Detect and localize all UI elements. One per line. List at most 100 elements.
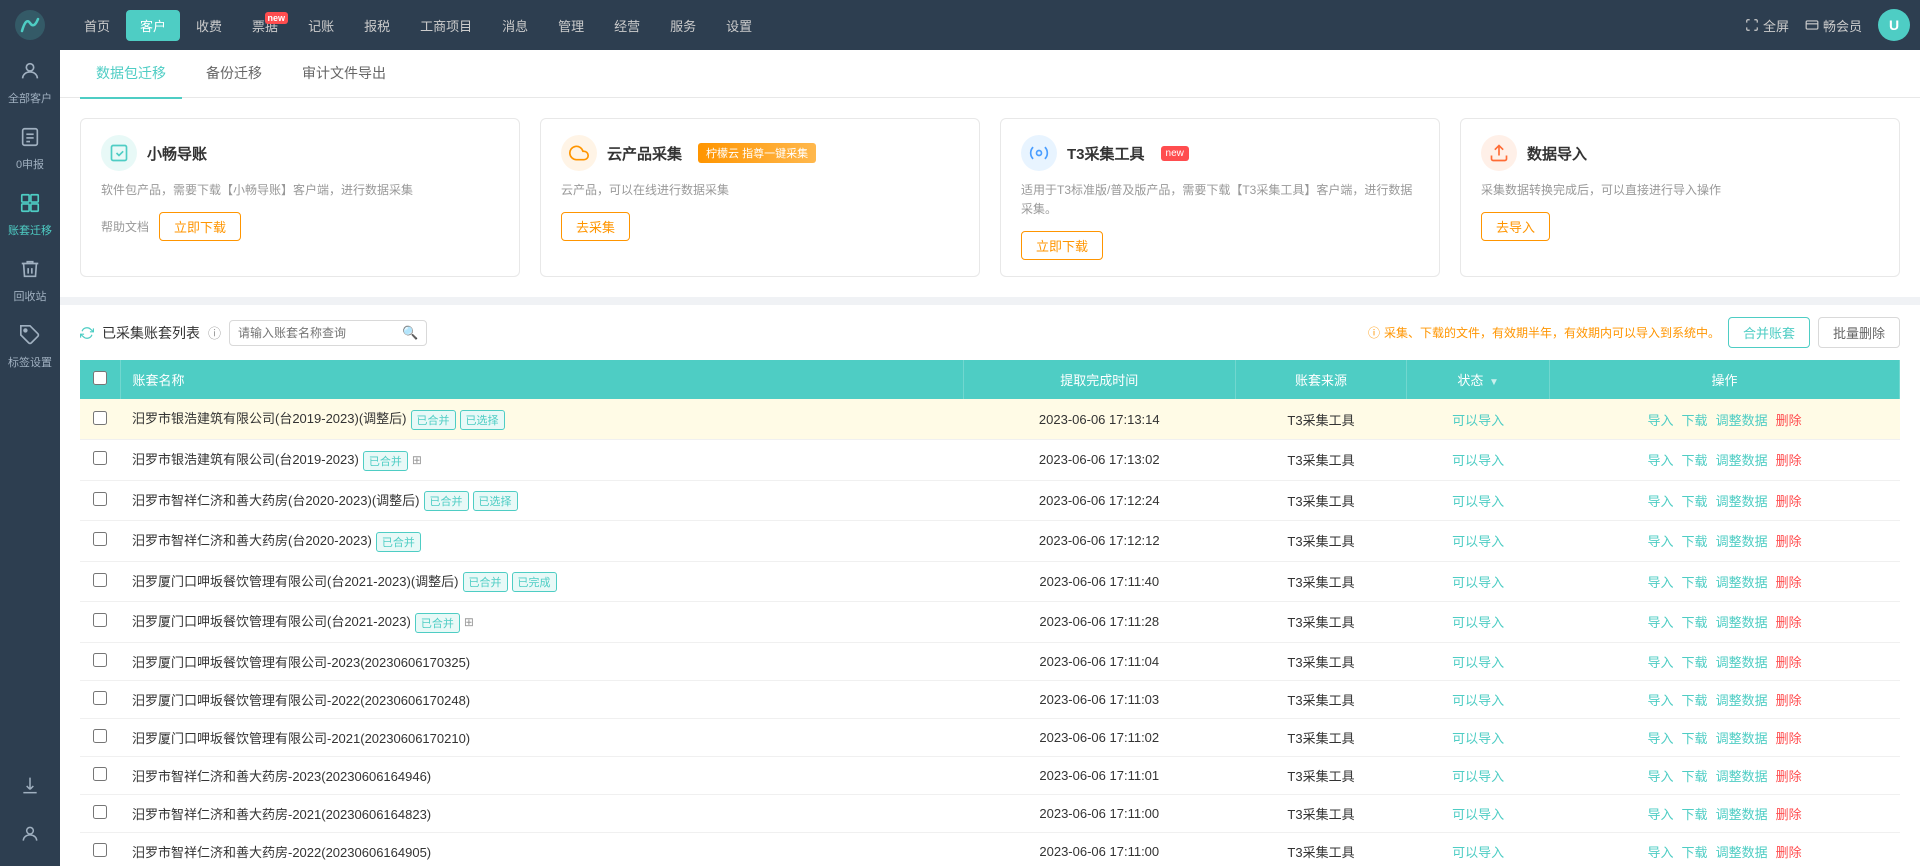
download-action[interactable]: 下载 (1682, 453, 1708, 468)
table-hint-icon[interactable]: ⓘ (208, 323, 221, 342)
adjust-action[interactable]: 调整数据 (1716, 655, 1768, 670)
import-action[interactable]: 导入 (1648, 845, 1674, 860)
import-action[interactable]: 导入 (1648, 413, 1674, 428)
search-input[interactable] (238, 326, 398, 340)
download-action[interactable]: 下载 (1682, 845, 1708, 860)
refresh-icon[interactable] (80, 326, 94, 340)
row-checkbox[interactable] (93, 843, 107, 857)
row-checkbox[interactable] (93, 729, 107, 743)
delete-action[interactable]: 删除 (1776, 534, 1802, 549)
go-collect-button[interactable]: 去采集 (561, 212, 630, 241)
row-checkbox[interactable] (93, 805, 107, 819)
sidebar-item-profile[interactable] (0, 814, 60, 854)
tab-audit-export[interactable]: 审计文件导出 (286, 50, 402, 99)
merge-button[interactable]: 合并账套 (1728, 317, 1810, 348)
import-action[interactable]: 导入 (1648, 534, 1674, 549)
adjust-action[interactable]: 调整数据 (1716, 534, 1768, 549)
delete-action[interactable]: 删除 (1776, 575, 1802, 590)
delete-action[interactable]: 删除 (1776, 615, 1802, 630)
search-icon[interactable]: 🔍 (402, 325, 418, 341)
app-logo[interactable] (0, 0, 60, 50)
nav-item-billing[interactable]: 收费 (182, 10, 236, 41)
sidebar-item-account-migrate[interactable]: 账套迁移 (0, 182, 60, 248)
row-checkbox[interactable] (93, 411, 107, 425)
member-button[interactable]: 畅会员 (1805, 16, 1862, 35)
fullscreen-button[interactable]: 全屏 (1745, 16, 1789, 35)
delete-action[interactable]: 删除 (1776, 494, 1802, 509)
download-action[interactable]: 下载 (1682, 655, 1708, 670)
row-checkbox[interactable] (93, 653, 107, 667)
row-checkbox[interactable] (93, 532, 107, 546)
tab-backup-migrate[interactable]: 备份迁移 (190, 50, 278, 99)
import-action[interactable]: 导入 (1648, 655, 1674, 670)
delete-action[interactable]: 删除 (1776, 731, 1802, 746)
row-extra-icon[interactable]: ⊞ (412, 453, 422, 467)
nav-item-management[interactable]: 管理 (544, 10, 598, 41)
download-action[interactable]: 下载 (1682, 693, 1708, 708)
t3-download-button[interactable]: 立即下载 (1021, 231, 1103, 260)
nav-item-home[interactable]: 首页 (70, 10, 124, 41)
nav-item-accounting[interactable]: 记账 (294, 10, 348, 41)
download-action[interactable]: 下载 (1682, 731, 1708, 746)
row-checkbox[interactable] (93, 691, 107, 705)
download-action[interactable]: 下载 (1682, 534, 1708, 549)
go-import-button[interactable]: 去导入 (1481, 212, 1550, 241)
download-action[interactable]: 下载 (1682, 615, 1708, 630)
adjust-action[interactable]: 调整数据 (1716, 494, 1768, 509)
delete-action[interactable]: 删除 (1776, 693, 1802, 708)
user-avatar[interactable]: U (1878, 9, 1910, 41)
import-action[interactable]: 导入 (1648, 453, 1674, 468)
row-checkbox[interactable] (93, 492, 107, 506)
sidebar-item-zero-declare[interactable]: 0申报 (0, 116, 60, 182)
nav-item-operations[interactable]: 经营 (600, 10, 654, 41)
nav-item-settings[interactable]: 设置 (712, 10, 766, 41)
adjust-action[interactable]: 调整数据 (1716, 731, 1768, 746)
select-all-checkbox[interactable] (93, 371, 107, 385)
import-action[interactable]: 导入 (1648, 769, 1674, 784)
row-checkbox[interactable] (93, 613, 107, 627)
import-action[interactable]: 导入 (1648, 615, 1674, 630)
row-extra-icon[interactable]: ⊞ (464, 615, 474, 629)
row-checkbox[interactable] (93, 767, 107, 781)
sidebar-item-download[interactable] (0, 766, 60, 806)
import-action[interactable]: 导入 (1648, 807, 1674, 822)
row-checkbox[interactable] (93, 573, 107, 587)
import-action[interactable]: 导入 (1648, 494, 1674, 509)
delete-action[interactable]: 删除 (1776, 845, 1802, 860)
download-action[interactable]: 下载 (1682, 575, 1708, 590)
batch-delete-button[interactable]: 批量删除 (1818, 317, 1900, 348)
delete-action[interactable]: 删除 (1776, 655, 1802, 670)
delete-action[interactable]: 删除 (1776, 413, 1802, 428)
import-action[interactable]: 导入 (1648, 731, 1674, 746)
adjust-action[interactable]: 调整数据 (1716, 807, 1768, 822)
delete-action[interactable]: 删除 (1776, 807, 1802, 822)
download-now-button[interactable]: 立即下载 (159, 212, 241, 241)
import-action[interactable]: 导入 (1648, 693, 1674, 708)
nav-item-service[interactable]: 服务 (656, 10, 710, 41)
import-action[interactable]: 导入 (1648, 575, 1674, 590)
sidebar-item-recycle[interactable]: 回收站 (0, 248, 60, 314)
download-action[interactable]: 下载 (1682, 494, 1708, 509)
adjust-action[interactable]: 调整数据 (1716, 413, 1768, 428)
adjust-action[interactable]: 调整数据 (1716, 575, 1768, 590)
nav-item-business[interactable]: 工商项目 (406, 10, 486, 41)
sidebar-item-all-clients[interactable]: 全部客户 (0, 50, 60, 116)
row-checkbox[interactable] (93, 451, 107, 465)
delete-action[interactable]: 删除 (1776, 453, 1802, 468)
adjust-action[interactable]: 调整数据 (1716, 453, 1768, 468)
nav-item-messages[interactable]: 消息 (488, 10, 542, 41)
nav-item-clients[interactable]: 客户 (126, 10, 180, 41)
delete-action[interactable]: 删除 (1776, 769, 1802, 784)
adjust-action[interactable]: 调整数据 (1716, 845, 1768, 860)
help-doc-button[interactable]: 帮助文档 (101, 218, 149, 235)
tab-data-migrate[interactable]: 数据包迁移 (80, 50, 182, 99)
download-action[interactable]: 下载 (1682, 413, 1708, 428)
nav-item-invoice[interactable]: 票据 new (238, 10, 292, 41)
download-action[interactable]: 下载 (1682, 769, 1708, 784)
download-action[interactable]: 下载 (1682, 807, 1708, 822)
sidebar-item-tags[interactable]: 标签设置 (0, 314, 60, 380)
nav-item-tax[interactable]: 报税 (350, 10, 404, 41)
adjust-action[interactable]: 调整数据 (1716, 693, 1768, 708)
adjust-action[interactable]: 调整数据 (1716, 615, 1768, 630)
adjust-action[interactable]: 调整数据 (1716, 769, 1768, 784)
